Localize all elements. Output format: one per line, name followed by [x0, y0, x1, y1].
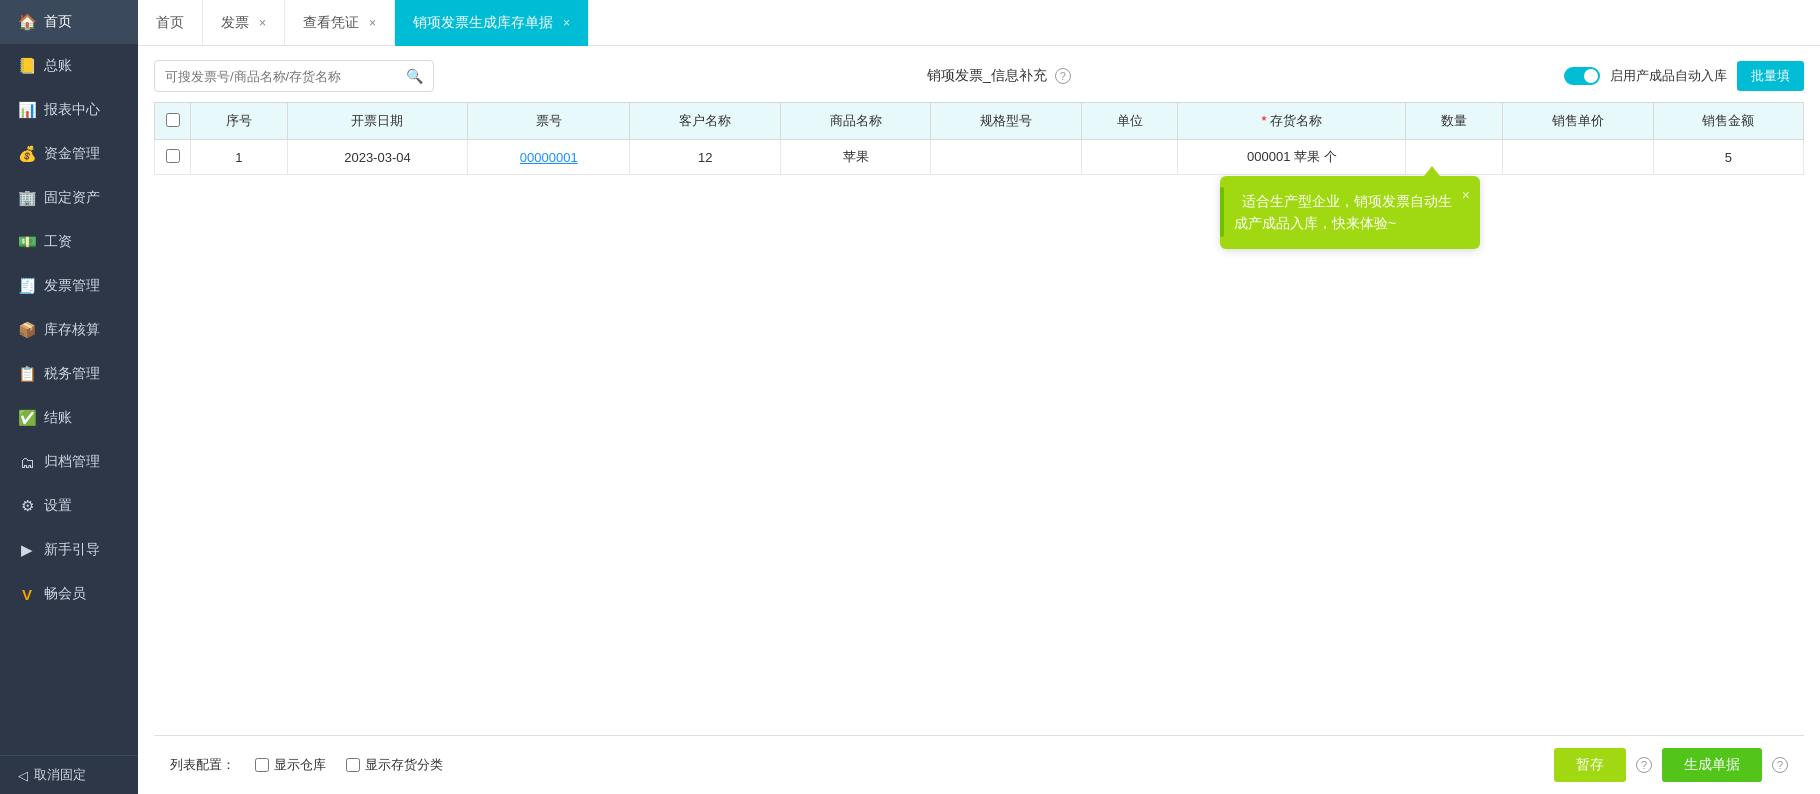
- toolbar-center: 销项发票_信息补充 ?: [446, 67, 1552, 85]
- unfix-button[interactable]: ◁ 取消固定: [0, 755, 138, 794]
- tab-home[interactable]: 首页: [138, 0, 203, 46]
- vip-icon: V: [18, 585, 36, 603]
- col-stock-name: * 存货名称: [1178, 103, 1406, 140]
- cell-product: 苹果: [780, 140, 930, 175]
- table-wrapper: 序号 开票日期 票号 客户名称 商品名称 规格型号 单位 * 存货名称 数量 销…: [154, 102, 1804, 735]
- list-config-label: 列表配置：: [170, 756, 235, 774]
- cell-no[interactable]: 00000001: [468, 140, 630, 175]
- row-checkbox[interactable]: [166, 149, 180, 163]
- batch-fill-button[interactable]: 批量填: [1737, 61, 1804, 91]
- select-all-checkbox[interactable]: [166, 113, 180, 127]
- archive-icon: 🗂: [18, 453, 36, 471]
- tooltip-indicator: [1220, 187, 1224, 237]
- col-product: 商品名称: [780, 103, 930, 140]
- col-qty: 数量: [1406, 103, 1503, 140]
- cell-stock-name[interactable]: 000001 苹果 个: [1178, 140, 1406, 175]
- data-table: 序号 开票日期 票号 客户名称 商品名称 规格型号 单位 * 存货名称 数量 销…: [154, 102, 1804, 175]
- cell-customer: 12: [630, 140, 780, 175]
- generate-help-icon[interactable]: ?: [1772, 757, 1788, 773]
- save-button[interactable]: 暂存: [1554, 748, 1626, 782]
- sidebar-item-home[interactable]: 🏠 首页: [0, 0, 138, 44]
- cell-qty: [1406, 140, 1503, 175]
- sidebar-item-guide[interactable]: ▶ 新手引导: [0, 528, 138, 572]
- show-warehouse-option[interactable]: 显示仓库: [255, 756, 326, 774]
- home-icon: 🏠: [18, 13, 36, 31]
- sidebar-item-asset[interactable]: 🏢 固定资产: [0, 176, 138, 220]
- save-help-icon[interactable]: ?: [1636, 757, 1652, 773]
- generate-button[interactable]: 生成单据: [1662, 748, 1762, 782]
- invoice-icon: 🧾: [18, 277, 36, 295]
- col-date: 开票日期: [287, 103, 467, 140]
- cell-seq: 1: [191, 140, 288, 175]
- tooltip-close-button[interactable]: ×: [1462, 184, 1470, 206]
- select-all-header: [155, 103, 191, 140]
- cell-spec: [931, 140, 1081, 175]
- settings-icon: ⚙: [18, 497, 36, 515]
- sidebar-item-invoice[interactable]: 🧾 发票管理: [0, 264, 138, 308]
- invoice-no-link[interactable]: 00000001: [520, 150, 578, 165]
- tab-invoice-close[interactable]: ×: [259, 16, 266, 30]
- sidebar-item-inventory[interactable]: 📦 库存核算: [0, 308, 138, 352]
- guide-icon: ▶: [18, 541, 36, 559]
- toggle-label: 启用产成品自动入库: [1610, 67, 1727, 85]
- col-amount: 销售金额: [1653, 103, 1803, 140]
- col-unit: 单位: [1081, 103, 1178, 140]
- tab-voucher-close[interactable]: ×: [369, 16, 376, 30]
- sidebar-item-settings[interactable]: ⚙ 设置: [0, 484, 138, 528]
- auto-stock-toggle[interactable]: [1564, 67, 1600, 85]
- search-input[interactable]: [165, 69, 400, 84]
- sidebar-item-report[interactable]: 📊 报表中心: [0, 88, 138, 132]
- show-category-checkbox[interactable]: [346, 758, 360, 772]
- unfix-icon: ◁: [18, 768, 28, 783]
- search-box[interactable]: 🔍: [154, 60, 434, 92]
- table-row: 1 2023-03-04 00000001 12 苹果 000001 苹果 个 …: [155, 140, 1804, 175]
- asset-icon: 🏢: [18, 189, 36, 207]
- tax-icon: 📋: [18, 365, 36, 383]
- sidebar: 🏠 首页 📒 总账 📊 报表中心 💰 资金管理 🏢 固定资产 💵 工资 🧾 发票…: [0, 0, 138, 794]
- col-customer: 客户名称: [630, 103, 780, 140]
- main-area: 首页 发票 × 查看凭证 × 销项发票生成库存单据 × 🔍 销项发票_信息补充 …: [138, 0, 1820, 794]
- info-label: 销项发票_信息补充: [927, 67, 1047, 85]
- col-no: 票号: [468, 103, 630, 140]
- tooltip-box: × 适合生产型企业，销项发票自动生成产成品入库，快来体验~: [1220, 176, 1480, 249]
- search-icon: 🔍: [406, 68, 423, 84]
- tab-stock-from-invoice-close[interactable]: ×: [563, 16, 570, 30]
- report-icon: 📊: [18, 101, 36, 119]
- content-area: 🔍 销项发票_信息补充 ? 启用产成品自动入库 批量填: [138, 46, 1820, 794]
- sidebar-item-payroll[interactable]: 💵 工资: [0, 220, 138, 264]
- bottom-bar: 列表配置： 显示仓库 显示存货分类 暂存 ? 生成单据 ?: [154, 735, 1804, 794]
- col-price: 销售单价: [1503, 103, 1653, 140]
- sidebar-item-ledger[interactable]: 📒 总账: [0, 44, 138, 88]
- sidebar-item-tax[interactable]: 📋 税务管理: [0, 352, 138, 396]
- fund-icon: 💰: [18, 145, 36, 163]
- settle-icon: ✅: [18, 409, 36, 427]
- cell-amount: 5: [1653, 140, 1803, 175]
- cell-unit: [1081, 140, 1178, 175]
- sidebar-item-fund[interactable]: 💰 资金管理: [0, 132, 138, 176]
- show-category-option[interactable]: 显示存货分类: [346, 756, 443, 774]
- tab-bar: 首页 发票 × 查看凭证 × 销项发票生成库存单据 ×: [138, 0, 1820, 46]
- payroll-icon: 💵: [18, 233, 36, 251]
- cell-date: 2023-03-04: [287, 140, 467, 175]
- col-seq: 序号: [191, 103, 288, 140]
- cell-price: [1503, 140, 1653, 175]
- inventory-icon: 📦: [18, 321, 36, 339]
- sidebar-item-vip[interactable]: V 畅会员: [0, 572, 138, 616]
- tab-stock-from-invoice[interactable]: 销项发票生成库存单据 ×: [395, 0, 589, 46]
- bottom-actions: 暂存 ? 生成单据 ?: [1554, 748, 1788, 782]
- info-help-icon[interactable]: ?: [1055, 68, 1071, 84]
- tooltip-text: 适合生产型企业，销项发票自动生成产成品入库，快来体验~: [1234, 193, 1452, 231]
- ledger-icon: 📒: [18, 57, 36, 75]
- tab-invoice[interactable]: 发票 ×: [203, 0, 285, 46]
- sidebar-item-settle[interactable]: ✅ 结账: [0, 396, 138, 440]
- toolbar: 🔍 销项发票_信息补充 ? 启用产成品自动入库 批量填: [154, 60, 1804, 92]
- show-warehouse-checkbox[interactable]: [255, 758, 269, 772]
- toolbar-right: 启用产成品自动入库 批量填: [1564, 61, 1804, 91]
- tab-voucher[interactable]: 查看凭证 ×: [285, 0, 395, 46]
- col-spec: 规格型号: [931, 103, 1081, 140]
- row-checkbox-cell: [155, 140, 191, 175]
- sidebar-item-archive[interactable]: 🗂 归档管理: [0, 440, 138, 484]
